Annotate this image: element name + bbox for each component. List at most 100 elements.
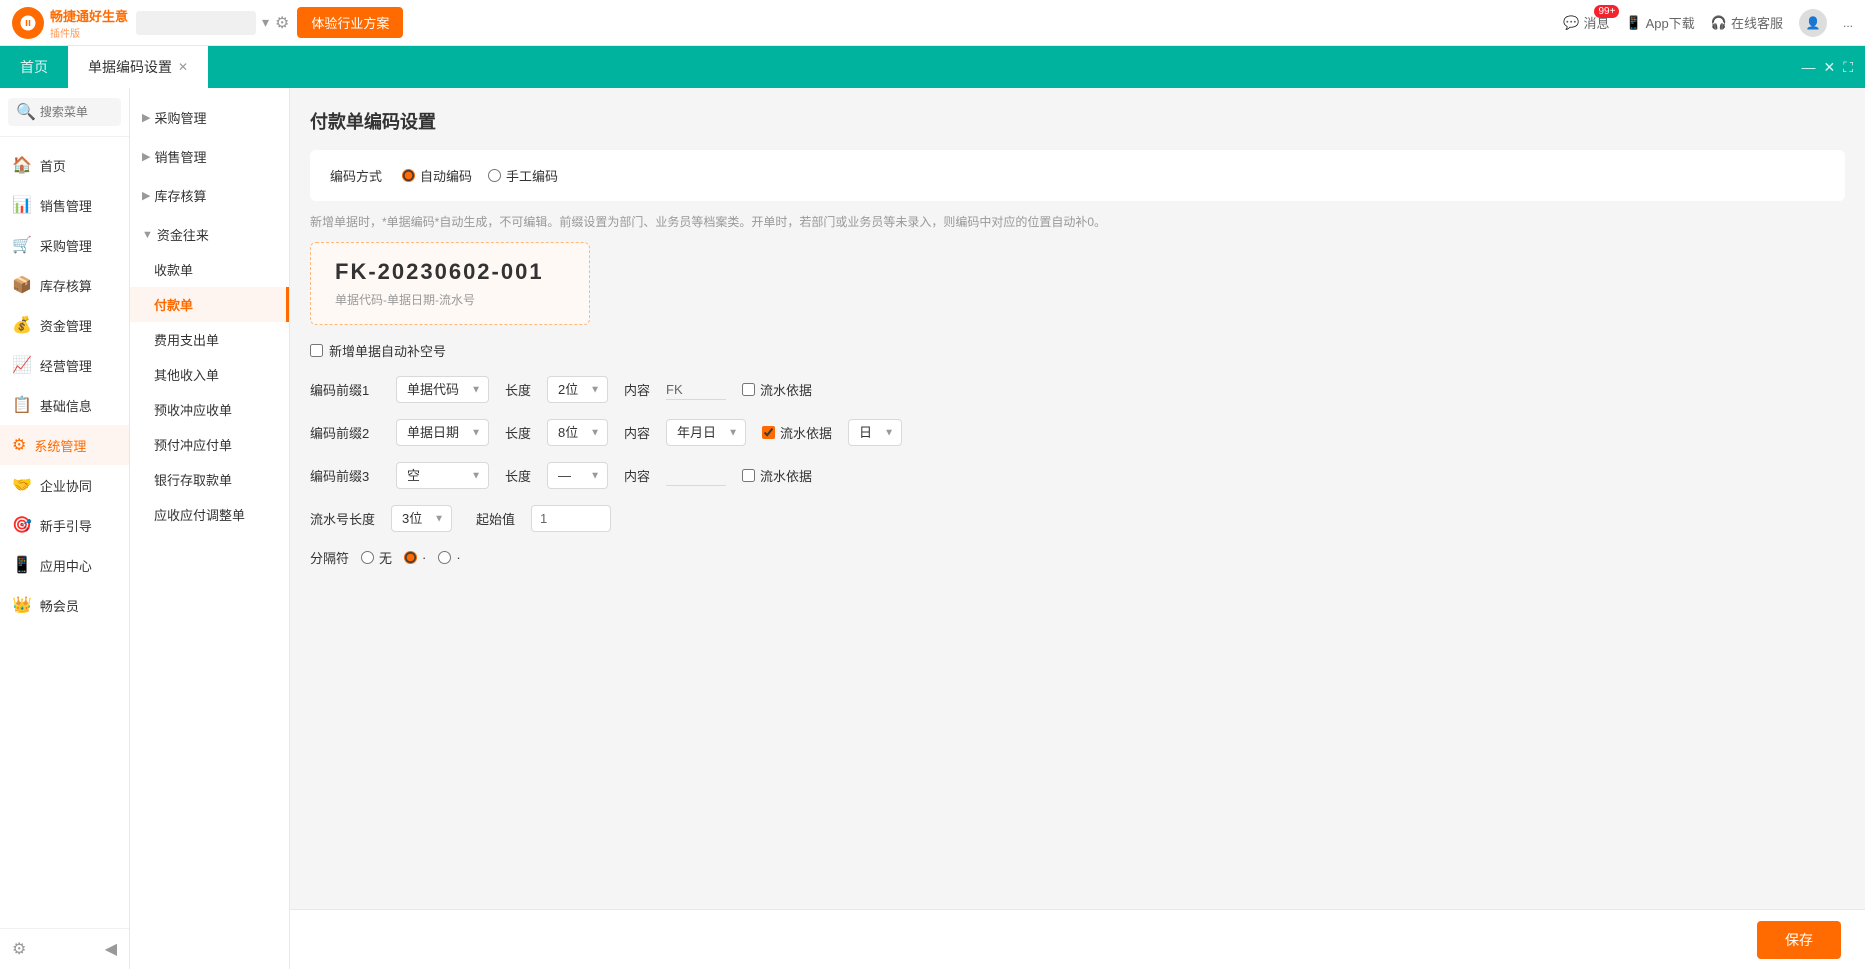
- sidebar-item-finance[interactable]: 💰 资金管理: [0, 305, 129, 345]
- prefix3-stream-check[interactable]: 流水依据: [742, 466, 812, 485]
- home-icon: 🏠: [12, 155, 32, 175]
- sub-nav-capital-title[interactable]: ▼ 资金往来: [130, 217, 289, 252]
- prefix3-length-select[interactable]: — 2位: [547, 462, 608, 489]
- prefix3-row: 编码前缀3 单据代码 单据日期 空 长度 — 2位: [310, 462, 1845, 489]
- prefix1-length-wrapper[interactable]: 2位 4位 6位: [547, 376, 608, 403]
- auto-encoding-option[interactable]: 自动编码: [402, 166, 472, 185]
- sub-nav-item-prepay-receivable[interactable]: 预收冲应收单: [130, 392, 289, 427]
- tab-home[interactable]: 首页: [0, 46, 68, 88]
- minimize-icon[interactable]: —: [1801, 59, 1815, 75]
- prefix2-stream-checkbox[interactable]: [762, 426, 775, 439]
- prefix3-select[interactable]: 单据代码 单据日期 空: [396, 462, 489, 489]
- sidebar-item-inventory[interactable]: 📦 库存核算: [0, 265, 129, 305]
- prefix2-select[interactable]: 单据代码 单据日期 空: [396, 419, 489, 446]
- sub-nav-item-prepay-payable[interactable]: 预付冲应付单: [130, 427, 289, 462]
- separator-none-option[interactable]: 无: [361, 548, 392, 567]
- sidebar-item-enterprise[interactable]: 🤝 企业协同: [0, 465, 129, 505]
- prefix3-length-label: 长度: [505, 466, 531, 485]
- prefix1-content-input[interactable]: [666, 380, 726, 400]
- separator-dot2-option[interactable]: ·: [438, 550, 460, 565]
- tab-encoding-settings[interactable]: 单据编码设置 ✕: [68, 46, 208, 88]
- prefix2-stream-check[interactable]: 流水依据: [762, 423, 832, 442]
- online-service-button[interactable]: 🎧 在线客服: [1711, 13, 1783, 32]
- prefix3-length-wrapper[interactable]: — 2位: [547, 462, 608, 489]
- sidebar-item-sales[interactable]: 📊 销售管理: [0, 185, 129, 225]
- separator-none-radio[interactable]: [361, 551, 374, 564]
- sub-nav-item-bank[interactable]: 银行存取款单: [130, 462, 289, 497]
- sidebar-settings-icon[interactable]: ⚙: [12, 939, 26, 959]
- sidebar-label-inventory: 库存核算: [40, 276, 92, 295]
- app-download-button[interactable]: 📱 App下载: [1625, 13, 1694, 32]
- separator-dot-radio[interactable]: [404, 551, 417, 564]
- business-icon: 📈: [12, 355, 32, 375]
- tab-close-icon[interactable]: ✕: [178, 60, 188, 74]
- sub-nav-item-adjust[interactable]: 应收应付调整单: [130, 497, 289, 532]
- search-input[interactable]: [40, 105, 113, 119]
- sub-nav-purchase-title[interactable]: ▶ 采购管理: [130, 100, 289, 135]
- sidebar-item-member[interactable]: 👑 畅会员: [0, 585, 129, 625]
- sidebar-label-purchase: 采购管理: [40, 236, 92, 255]
- message-button[interactable]: 💬 消息 99+: [1563, 13, 1609, 32]
- dropdown-arrow-icon[interactable]: ▾: [262, 14, 269, 31]
- serial-start-input[interactable]: [531, 505, 611, 532]
- auto-fill-checkbox[interactable]: [310, 344, 323, 357]
- gear-icon[interactable]: ⚙: [275, 13, 289, 33]
- sub-nav-item-income[interactable]: 其他收入单: [130, 357, 289, 392]
- prefix1-label: 编码前缀1: [310, 380, 380, 399]
- auto-encoding-radio[interactable]: [402, 169, 415, 182]
- serial-row: 流水号长度 2位 3位 4位 5位 起始值: [310, 505, 1845, 532]
- serial-length-wrapper[interactable]: 2位 3位 4位 5位: [391, 505, 452, 532]
- serial-length-select[interactable]: 2位 3位 4位 5位: [391, 505, 452, 532]
- sidebar-collapse-icon[interactable]: ◀: [105, 939, 117, 959]
- prefix1-select-wrapper[interactable]: 单据代码 单据日期 空: [396, 376, 489, 403]
- prefix2-period-wrapper[interactable]: 年 月 日: [848, 419, 902, 446]
- sub-nav-group-inventory: ▶ 库存核算: [130, 178, 289, 213]
- prefix2-select-wrapper[interactable]: 单据代码 单据日期 空: [396, 419, 489, 446]
- company-selector[interactable]: [136, 11, 256, 35]
- prefix3-content-input[interactable]: [666, 466, 726, 486]
- separator-none-label: 无: [379, 548, 392, 567]
- sub-nav-sales-title[interactable]: ▶ 销售管理: [130, 139, 289, 174]
- prefix1-length-select[interactable]: 2位 4位 6位: [547, 376, 608, 403]
- sidebar-item-system[interactable]: ⚙ 系统管理: [0, 425, 129, 465]
- user-avatar[interactable]: 👤: [1799, 9, 1827, 37]
- sub-nav-item-expense[interactable]: 费用支出单: [130, 322, 289, 357]
- online-service-label: 在线客服: [1731, 13, 1783, 32]
- sub-nav-item-payment[interactable]: 付款单: [130, 287, 289, 322]
- prefix2-content-label: 内容: [624, 423, 650, 442]
- manual-encoding-label: 手工编码: [506, 166, 558, 185]
- prefix2-content-select[interactable]: 年 年月 年月日: [666, 419, 746, 446]
- save-button[interactable]: 保存: [1757, 921, 1841, 959]
- trial-button[interactable]: 体验行业方案: [297, 7, 403, 38]
- fullscreen-icon[interactable]: ⛶: [1843, 59, 1853, 76]
- sidebar-item-basic[interactable]: 📋 基础信息: [0, 385, 129, 425]
- auto-encoding-label: 自动编码: [420, 166, 472, 185]
- sidebar-item-home[interactable]: 🏠 首页: [0, 145, 129, 185]
- prefix2-length-wrapper[interactable]: 2位 4位 6位 8位: [547, 419, 608, 446]
- hint-text: 新增单据时，*单据编码*自动生成，不可编辑。前缀设置为部门、业务员等档案类。开单…: [310, 213, 1845, 230]
- manual-encoding-radio[interactable]: [488, 169, 501, 182]
- sidebar-label-guide: 新手引导: [40, 516, 92, 535]
- sidebar-item-guide[interactable]: 🎯 新手引导: [0, 505, 129, 545]
- prefix2-length-select[interactable]: 2位 4位 6位 8位: [547, 419, 608, 446]
- prefix2-content-wrapper[interactable]: 年 年月 年月日: [666, 419, 746, 446]
- prefix1-stream-check[interactable]: 流水依据: [742, 380, 812, 399]
- search-box[interactable]: 🔍: [8, 98, 121, 126]
- inventory-icon: 📦: [12, 275, 32, 295]
- prefix1-stream-checkbox[interactable]: [742, 383, 755, 396]
- sidebar-item-business[interactable]: 📈 经营管理: [0, 345, 129, 385]
- prefix1-select[interactable]: 单据代码 单据日期 空: [396, 376, 489, 403]
- sidebar-label-basic: 基础信息: [40, 396, 92, 415]
- separator-dot-option[interactable]: ·: [404, 550, 426, 565]
- prefix3-stream-checkbox[interactable]: [742, 469, 755, 482]
- serial-length-label: 流水号长度: [310, 509, 375, 528]
- prefix2-period-select[interactable]: 年 月 日: [848, 419, 902, 446]
- prefix3-select-wrapper[interactable]: 单据代码 单据日期 空: [396, 462, 489, 489]
- manual-encoding-option[interactable]: 手工编码: [488, 166, 558, 185]
- sub-nav-inventory-title[interactable]: ▶ 库存核算: [130, 178, 289, 213]
- sub-nav-item-receipt[interactable]: 收款单: [130, 252, 289, 287]
- close-window-icon[interactable]: ✕: [1823, 59, 1835, 76]
- sidebar-item-apps[interactable]: 📱 应用中心: [0, 545, 129, 585]
- sidebar-item-purchase[interactable]: 🛒 采购管理: [0, 225, 129, 265]
- separator-dot2-radio[interactable]: [438, 551, 451, 564]
